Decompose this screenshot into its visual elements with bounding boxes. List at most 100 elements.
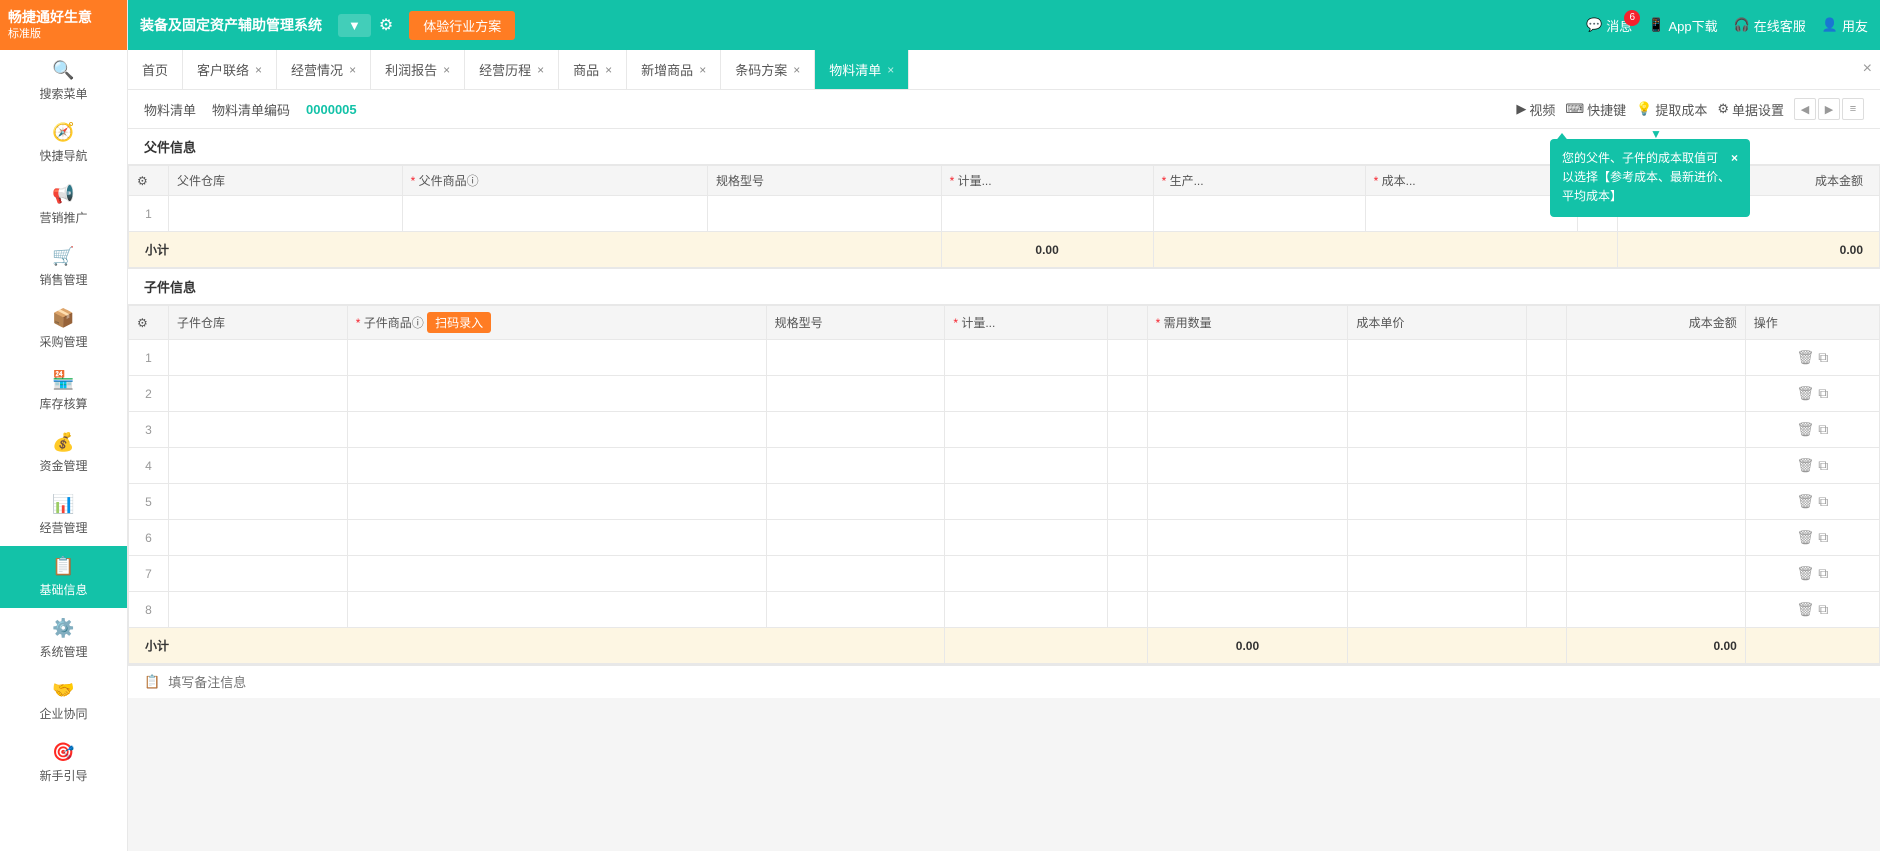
nav-prev[interactable]: ◀ bbox=[1794, 98, 1816, 120]
parent-prod-cell[interactable] bbox=[1153, 196, 1365, 232]
parent-unit-cell[interactable] bbox=[941, 196, 1153, 232]
tab-home[interactable]: 首页 bbox=[128, 50, 183, 90]
finance-icon: 💰 bbox=[52, 432, 74, 453]
delete-icon[interactable]: 🗑 bbox=[1797, 529, 1815, 546]
child-action-1: 🗑⧉ bbox=[1745, 340, 1879, 376]
table-row: 4 🗑⧉ bbox=[129, 448, 1880, 484]
copy-icon[interactable]: ⧉ bbox=[1818, 421, 1828, 438]
enterprise-icon: 🤝 bbox=[52, 680, 74, 701]
code-value: 0000005 bbox=[306, 102, 357, 117]
footer-icon: 📋 bbox=[144, 674, 160, 690]
child-product-1[interactable] bbox=[347, 340, 766, 376]
sidebar-item-label: 基础信息 bbox=[39, 581, 87, 598]
parent-col-settings[interactable]: ⚙ bbox=[129, 166, 169, 196]
tab-customer-close[interactable]: × bbox=[255, 63, 262, 77]
tab-product[interactable]: 商品 × bbox=[559, 50, 627, 90]
sidebar-item-guide[interactable]: 🎯 新手引导 bbox=[0, 732, 127, 794]
scan-button[interactable]: 扫码录入 bbox=[427, 312, 491, 333]
parent-spec-cell[interactable] bbox=[708, 196, 942, 232]
tab-operations-close[interactable]: × bbox=[349, 63, 356, 77]
system-icon: ⚙️ bbox=[52, 618, 74, 639]
child-unit-1[interactable] bbox=[945, 340, 1107, 376]
tab-biz-history-close[interactable]: × bbox=[537, 63, 544, 77]
trial-button[interactable]: 体验行业方案 bbox=[409, 11, 515, 40]
sidebar-item-system[interactable]: ⚙️ 系统管理 bbox=[0, 608, 127, 670]
customer-service-item[interactable]: 🎧 在线客服 bbox=[1734, 16, 1806, 35]
parent-cost-cell[interactable] bbox=[1365, 196, 1577, 232]
tab-barcode-close[interactable]: × bbox=[793, 63, 800, 77]
action-view[interactable]: ▶ 视频 bbox=[1516, 100, 1555, 119]
nav-arrows: ◀ ▶ ≡ bbox=[1794, 98, 1864, 120]
tab-biz-history-label: 经营历程 bbox=[479, 60, 531, 79]
remark-input[interactable] bbox=[168, 675, 1864, 690]
delete-icon[interactable]: 🗑 bbox=[1797, 565, 1815, 582]
copy-icon[interactable]: ⧉ bbox=[1818, 529, 1828, 546]
sidebar-item-label: 销售管理 bbox=[39, 271, 87, 288]
tab-profit[interactable]: 利润报告 × bbox=[371, 50, 465, 90]
sidebar-item-finance[interactable]: 💰 资金管理 bbox=[0, 422, 127, 484]
child-col-settings[interactable]: ⚙ bbox=[129, 306, 169, 340]
action-single-setting[interactable]: ⚙ 单据设置 bbox=[1717, 100, 1784, 119]
child-spec-1[interactable] bbox=[766, 340, 945, 376]
sidebar-item-operations[interactable]: 📊 经营管理 bbox=[0, 484, 127, 546]
sidebar-item-purchase[interactable]: 📦 采购管理 bbox=[0, 298, 127, 360]
sidebar-item-enterprise[interactable]: 🤝 企业协同 bbox=[0, 670, 127, 732]
app-download-item[interactable]: 📱 App下载 bbox=[1648, 16, 1717, 35]
child-qty-1[interactable] bbox=[1147, 340, 1348, 376]
tab-new-product[interactable]: 新增商品 × bbox=[627, 50, 721, 90]
tab-customer[interactable]: 客户联络 × bbox=[183, 50, 277, 90]
tab-product-close[interactable]: × bbox=[605, 63, 612, 77]
tab-barcode[interactable]: 条码方案 × bbox=[721, 50, 815, 90]
parent-warehouse-cell[interactable] bbox=[169, 196, 403, 232]
nav-next[interactable]: ▶ bbox=[1818, 98, 1840, 120]
tab-biz-history[interactable]: 经营历程 × bbox=[465, 50, 559, 90]
child-warehouse-1[interactable] bbox=[169, 340, 348, 376]
tab-new-product-close[interactable]: × bbox=[699, 63, 706, 77]
sidebar-item-inventory[interactable]: 🏪 库存核算 bbox=[0, 360, 127, 422]
sales-icon: 🛒 bbox=[52, 246, 74, 267]
copy-icon[interactable]: ⧉ bbox=[1818, 493, 1828, 510]
action-shortcut[interactable]: ⌨ 快捷键 bbox=[1565, 100, 1626, 119]
action-cost[interactable]: 💡 提取成本 bbox=[1636, 100, 1707, 119]
tab-close-all[interactable]: × bbox=[1863, 60, 1872, 78]
sidebar-item-quick-nav[interactable]: 🧭 快捷导航 bbox=[0, 112, 127, 174]
tooltip-box: × 您的父件、子件的成本取值可以选择【参考成本、最新进价、平均成本】 bbox=[1550, 139, 1750, 217]
delete-icon[interactable]: 🗑 bbox=[1797, 601, 1815, 618]
topbar-right: 💬 消息 6 📱 App下载 🎧 在线客服 👤 用友 bbox=[1586, 16, 1868, 35]
content-area: × 您的父件、子件的成本取值可以选择【参考成本、最新进价、平均成本】 父件信息 … bbox=[128, 129, 1880, 851]
delete-icon[interactable]: 🗑 bbox=[1797, 493, 1815, 510]
sidebar-item-label: 新手引导 bbox=[39, 767, 87, 784]
user-item[interactable]: 👤 用友 bbox=[1822, 16, 1868, 35]
copy-icon[interactable]: ⧉ bbox=[1818, 385, 1828, 402]
copy-icon[interactable]: ⧉ bbox=[1818, 349, 1828, 366]
delete-icon[interactable]: 🗑 bbox=[1797, 421, 1815, 438]
child-col-spec: 规格型号 bbox=[766, 306, 945, 340]
child-subtotal-row: 小计 0.00 0.00 bbox=[129, 628, 1880, 664]
nav-menu[interactable]: ≡ bbox=[1842, 98, 1864, 120]
message-item[interactable]: 💬 消息 6 bbox=[1586, 16, 1632, 35]
sidebar-item-basic-info[interactable]: 📋 基础信息 bbox=[0, 546, 127, 608]
copy-icon[interactable]: ⧉ bbox=[1818, 565, 1828, 582]
child-table-header: ⚙ 子件仓库 * 子件商品ⓘ 扫码录入 规格型号 * 计量... * 需用数量 … bbox=[129, 306, 1880, 340]
delete-icon[interactable]: 🗑 bbox=[1797, 349, 1815, 366]
sidebar-item-search[interactable]: 🔍 搜索菜单 bbox=[0, 50, 127, 112]
child-unit-cost-1[interactable] bbox=[1348, 340, 1527, 376]
delete-icon[interactable]: 🗑 bbox=[1797, 385, 1815, 402]
child-subtotal-amount: 0.00 bbox=[1567, 628, 1746, 664]
copy-icon[interactable]: ⧉ bbox=[1818, 601, 1828, 618]
table-row: 7 🗑⧉ bbox=[129, 556, 1880, 592]
sidebar-item-sales[interactable]: 🛒 销售管理 bbox=[0, 236, 127, 298]
sidebar-item-label: 搜索菜单 bbox=[39, 85, 87, 102]
tab-profit-close[interactable]: × bbox=[443, 63, 450, 77]
tooltip-close[interactable]: × bbox=[1731, 149, 1738, 168]
sidebar-item-marketing[interactable]: 📢 营销推广 bbox=[0, 174, 127, 236]
tab-bom[interactable]: 物料清单 × bbox=[815, 50, 909, 90]
delete-icon[interactable]: 🗑 bbox=[1797, 457, 1815, 474]
action-setting-label: 单据设置 bbox=[1732, 100, 1784, 119]
parent-product-cell[interactable] bbox=[402, 196, 707, 232]
system-dropdown[interactable]: ▼ bbox=[338, 14, 371, 37]
copy-icon[interactable]: ⧉ bbox=[1818, 457, 1828, 474]
tab-operations[interactable]: 经营情况 × bbox=[277, 50, 371, 90]
tab-bom-close[interactable]: × bbox=[887, 63, 894, 77]
gear-icon[interactable]: ⚙ bbox=[379, 15, 393, 35]
